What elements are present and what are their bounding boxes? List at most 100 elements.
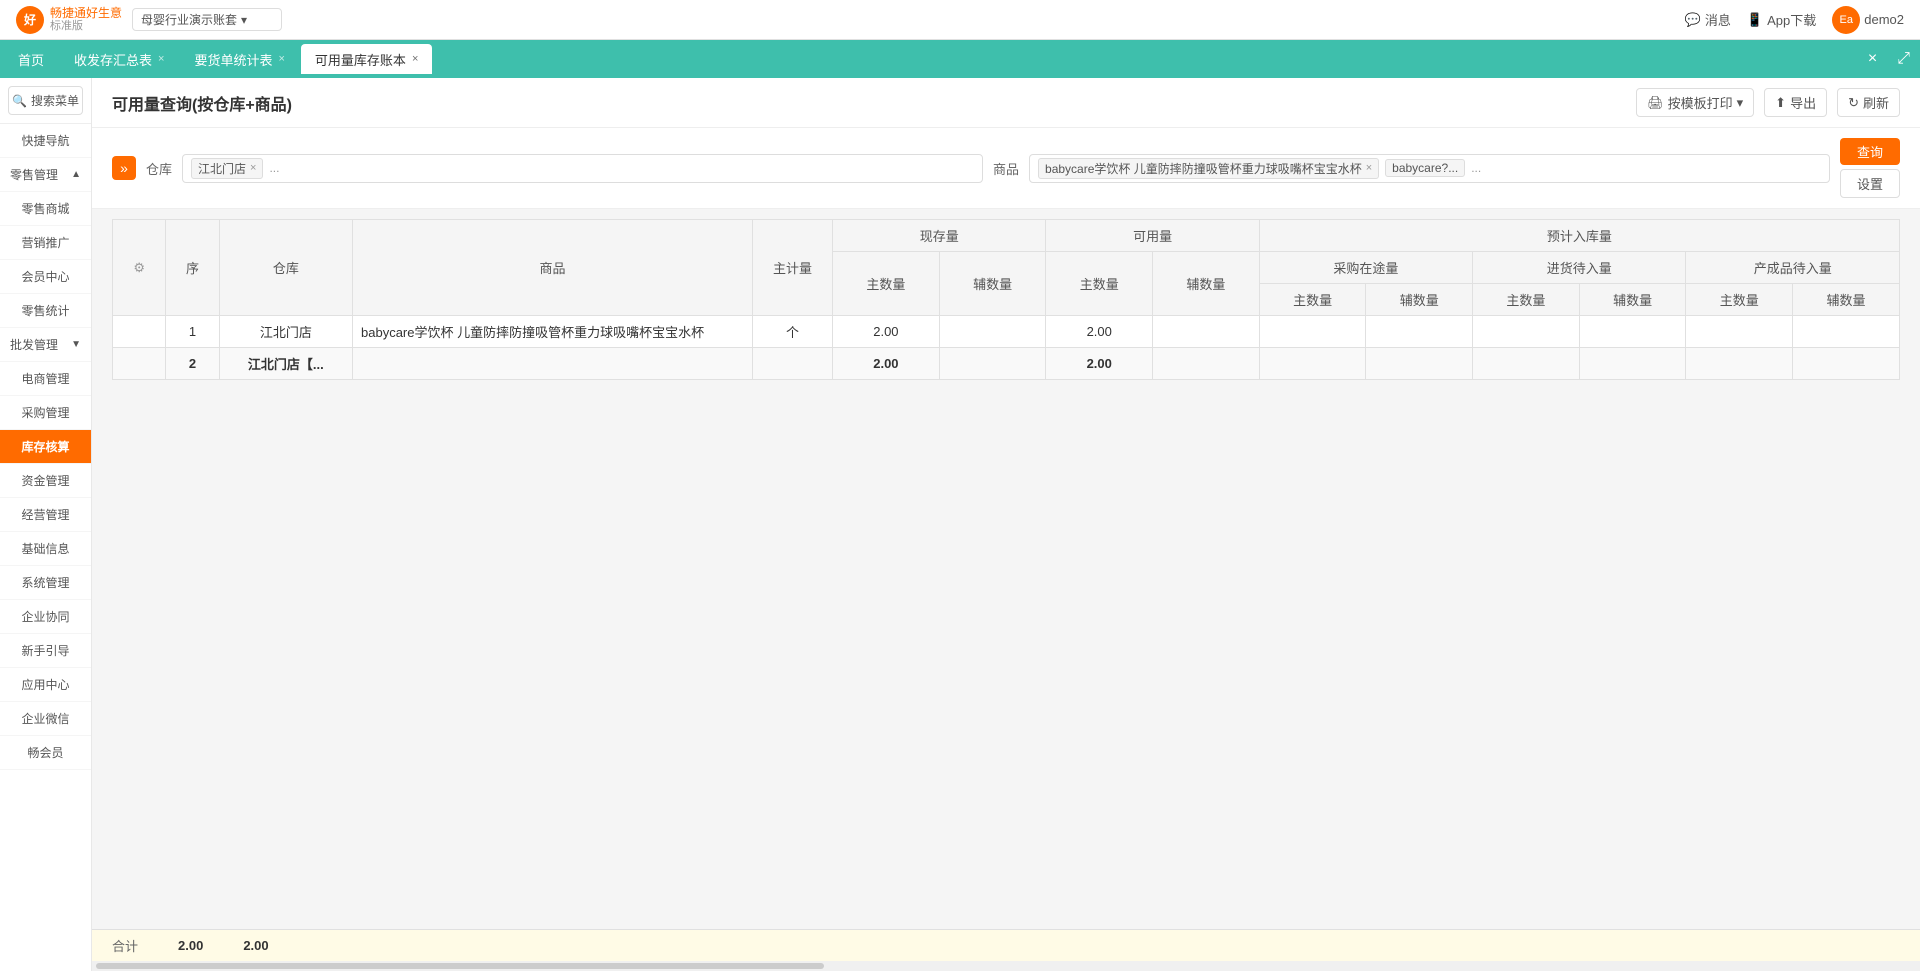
edition-badge: 标准版 <box>50 20 122 33</box>
sidebar-item-enterprise-collab[interactable]: 企业协同 <box>0 600 91 634</box>
search-icon: 🔍 <box>12 94 27 108</box>
warehouse-more-icon[interactable]: ... <box>269 161 279 175</box>
product-tag-close-0[interactable]: × <box>1366 162 1372 174</box>
user-area[interactable]: Ea demo2 <box>1832 6 1904 34</box>
industry-selector[interactable]: 母婴行业演示账套 ▾ <box>132 8 282 31</box>
sidebar-item-wholesale-mgmt[interactable]: 批发管理 ▼ <box>0 328 91 362</box>
data-table: ⚙ 序 仓库 商品 主计量 现存量 可用量 预计入库量 主数量 辅数量 主数量 <box>112 219 1900 380</box>
product-tag-1: babycare?... <box>1385 159 1465 177</box>
query-btn[interactable]: 查询 <box>1840 138 1900 165</box>
tab-available-stock[interactable]: 可用量库存账本 × <box>301 44 432 74</box>
tab-bar: 首页 收发存汇总表 × 要货单统计表 × 可用量库存账本 × × ⤢ <box>0 40 1920 78</box>
th-current-main-qty: 主数量 <box>833 252 940 316</box>
sidebar-item-inventory-check[interactable]: 库存核算 <box>0 430 91 464</box>
logo-text: 畅捷通好生意 标准版 <box>50 6 122 34</box>
tab-order-stats[interactable]: 要货单统计表 × <box>180 44 298 74</box>
cell-pt-main-1 <box>1259 316 1366 348</box>
tab-bar-actions: × ⤢ <box>1862 50 1916 68</box>
top-bar-left: 好 畅捷通好生意 标准版 母婴行业演示账套 ▾ <box>16 6 282 34</box>
refresh-btn[interactable]: ↻ 刷新 <box>1837 88 1900 117</box>
fullscreen-btn[interactable]: ⤢ <box>1891 50 1916 68</box>
sidebar-item-ecommerce-mgmt[interactable]: 电商管理 <box>0 362 91 396</box>
refresh-icon: ↻ <box>1848 95 1859 111</box>
tab-close-order-stats[interactable]: × <box>278 53 284 65</box>
warehouse-tag-area[interactable]: 江北门店 × ... <box>182 154 983 183</box>
sidebar-item-system-mgmt[interactable]: 系统管理 <box>0 566 91 600</box>
chevron-down-icon: ▾ <box>241 13 247 27</box>
cell-pt-aux-g1 <box>1366 348 1473 380</box>
th-available: 可用量 <box>1046 220 1259 252</box>
sidebar-item-retail-stats[interactable]: 零售统计 <box>0 294 91 328</box>
close-all-tabs-btn[interactable]: × <box>1862 50 1883 68</box>
th-purchase-pending: 进货待入量 <box>1473 252 1686 284</box>
search-menu-btn[interactable]: 🔍 搜索菜单 <box>8 86 83 115</box>
cell-unit-g1 <box>753 348 833 380</box>
cell-pp-main-g1 <box>1473 348 1580 380</box>
product-more-icon[interactable]: ... <box>1471 161 1481 175</box>
sidebar-item-app-center[interactable]: 应用中心 <box>0 668 91 702</box>
product-label: 商品 <box>993 159 1019 178</box>
th-main-unit: 主计量 <box>753 220 833 316</box>
top-bar-right: 💬 消息 📱 App下载 Ea demo2 <box>1685 6 1904 34</box>
print-icon: 🖨 <box>1647 95 1664 111</box>
cell-available-aux-g1 <box>1153 348 1260 380</box>
th-current-aux-qty: 辅数量 <box>939 252 1046 316</box>
sidebar-item-finance-mgmt[interactable]: 资金管理 <box>0 464 91 498</box>
cell-current-main-g1: 2.00 <box>833 348 940 380</box>
tab-close-income-expense[interactable]: × <box>158 53 164 65</box>
warehouse-tag-close-0[interactable]: × <box>250 162 256 174</box>
th-current-stock: 现存量 <box>833 220 1046 252</box>
cell-unit-1: 个 <box>753 316 833 348</box>
logo-icon: 好 <box>16 6 44 34</box>
page-header-actions: 🖨 按模板打印 ▾ ⬆ 导出 ↻ 刷新 <box>1636 88 1900 117</box>
filter-toggle-btn[interactable]: » <box>112 156 136 180</box>
top-bar: 好 畅捷通好生意 标准版 母婴行业演示账套 ▾ 💬 消息 📱 App下载 Ea … <box>0 0 1920 40</box>
sidebar-item-new-guide[interactable]: 新手引导 <box>0 634 91 668</box>
cell-warehouse-g1: 江北门店【... <box>219 348 352 380</box>
th-available-aux-qty: 辅数量 <box>1153 252 1260 316</box>
cell-current-aux-g1 <box>939 348 1046 380</box>
footer-current-qty: 2.00 <box>178 938 203 953</box>
cell-warehouse-1: 江北门店 <box>219 316 352 348</box>
download-icon: 📱 <box>1747 12 1763 28</box>
tab-home[interactable]: 首页 <box>4 44 58 74</box>
filter-bar: » 仓库 江北门店 × ... 商品 babycare学饮杯 儿童防摔防撞吸管杯… <box>92 128 1920 209</box>
page-title: 可用量查询(按仓库+商品) <box>112 91 292 115</box>
horizontal-scrollbar[interactable] <box>92 961 1920 971</box>
query-btn-area: 查询 设置 <box>1840 138 1900 198</box>
cell-pp-aux-g1 <box>1579 348 1686 380</box>
scroll-thumb[interactable] <box>96 963 824 969</box>
tab-close-available-stock[interactable]: × <box>412 53 418 65</box>
app-download-btn[interactable]: 📱 App下载 <box>1747 10 1816 29</box>
footer-available-main-value: 2.00 <box>243 938 268 953</box>
chevron-down-icon: ▼ <box>71 339 81 350</box>
sidebar-item-enterprise-wechat[interactable]: 企业微信 <box>0 702 91 736</box>
warehouse-tag-0: 江北门店 × <box>191 158 263 179</box>
sidebar-item-retail-shop[interactable]: 零售商城 <box>0 192 91 226</box>
sidebar-item-operations-mgmt[interactable]: 经营管理 <box>0 498 91 532</box>
footer-available-qty: 2.00 <box>243 938 268 953</box>
bottom-bar: 合计 2.00 2.00 <box>92 929 1920 961</box>
cell-settings <box>113 316 166 348</box>
sidebar-item-marketing[interactable]: 营销推广 <box>0 226 91 260</box>
sidebar-item-member-center[interactable]: 会员中心 <box>0 260 91 294</box>
footer-item: 合计 <box>112 936 138 955</box>
print-template-btn[interactable]: 🖨 按模板打印 ▾ <box>1636 88 1754 117</box>
settings-btn[interactable]: 设置 <box>1840 169 1900 198</box>
th-available-main-qty: 主数量 <box>1046 252 1153 316</box>
message-btn[interactable]: 💬 消息 <box>1685 10 1731 29</box>
sidebar-item-quick-nav[interactable]: 快捷导航 <box>0 124 91 158</box>
th-purchase-transit: 采购在途量 <box>1259 252 1472 284</box>
th-expected-inbound: 预计入库量 <box>1259 220 1899 252</box>
tab-income-expense[interactable]: 收发存汇总表 × <box>60 44 178 74</box>
th-finished-pending-aux: 辅数量 <box>1793 284 1900 316</box>
sidebar-item-purchase-mgmt[interactable]: 采购管理 <box>0 396 91 430</box>
column-settings-icon[interactable]: ⚙ <box>133 260 145 275</box>
sidebar-item-basic-info[interactable]: 基础信息 <box>0 532 91 566</box>
sidebar-item-retail-mgmt[interactable]: 零售管理 ▲ <box>0 158 91 192</box>
sidebar-item-vip-member[interactable]: 畅会员 <box>0 736 91 770</box>
product-tag-area[interactable]: babycare学饮杯 儿童防摔防撞吸管杯重力球吸嘴杯宝宝水杯 × babyca… <box>1029 154 1830 183</box>
th-finished-pending-main: 主数量 <box>1686 284 1793 316</box>
table-area: ⚙ 序 仓库 商品 主计量 现存量 可用量 预计入库量 主数量 辅数量 主数量 <box>92 209 1920 929</box>
export-btn[interactable]: ⬆ 导出 <box>1764 88 1827 117</box>
